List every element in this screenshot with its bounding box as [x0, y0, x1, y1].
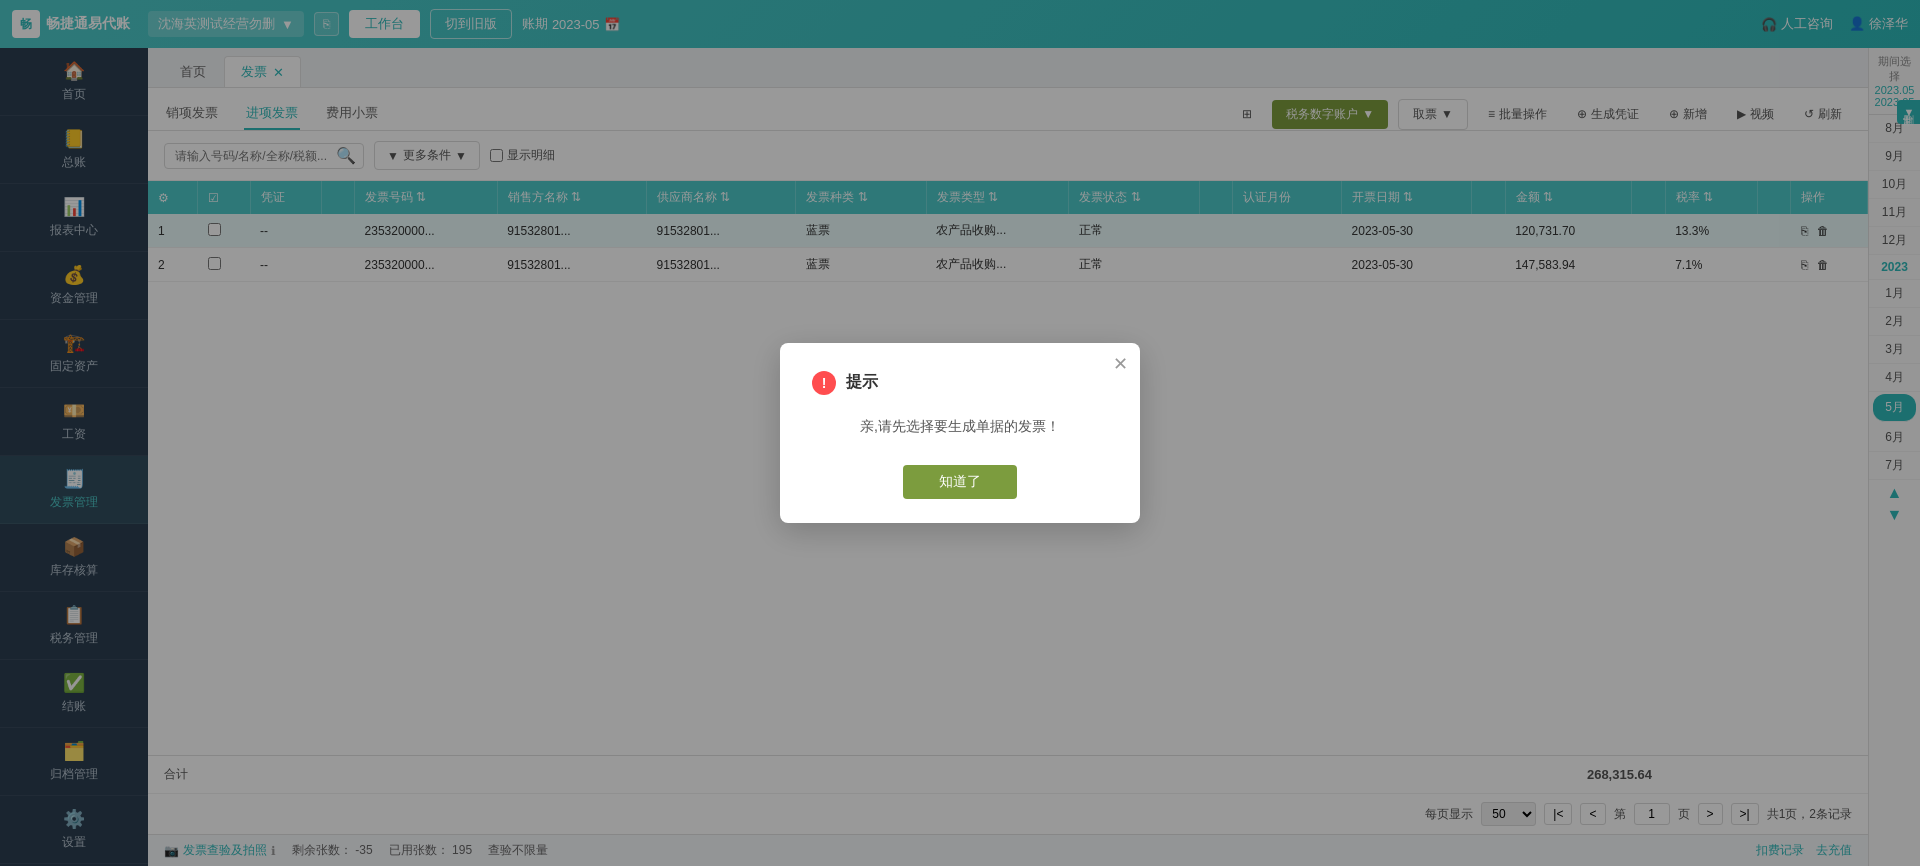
modal-title-row: ! 提示 — [812, 371, 1108, 395]
modal-close-button[interactable]: ✕ — [1113, 353, 1128, 375]
modal-footer: 知道了 — [812, 465, 1108, 499]
modal-title: 提示 — [846, 372, 878, 393]
modal-box: ✕ ! 提示 亲,请先选择要生成单据的发票！ 知道了 — [780, 343, 1140, 523]
modal-warning-icon: ! — [812, 371, 836, 395]
modal-ok-button[interactable]: 知道了 — [903, 465, 1017, 499]
modal-overlay: ✕ ! 提示 亲,请先选择要生成单据的发票！ 知道了 — [0, 0, 1920, 866]
modal-body: 亲,请先选择要生成单据的发票！ — [812, 415, 1108, 437]
modal-message: 亲,请先选择要生成单据的发票！ — [860, 418, 1060, 434]
